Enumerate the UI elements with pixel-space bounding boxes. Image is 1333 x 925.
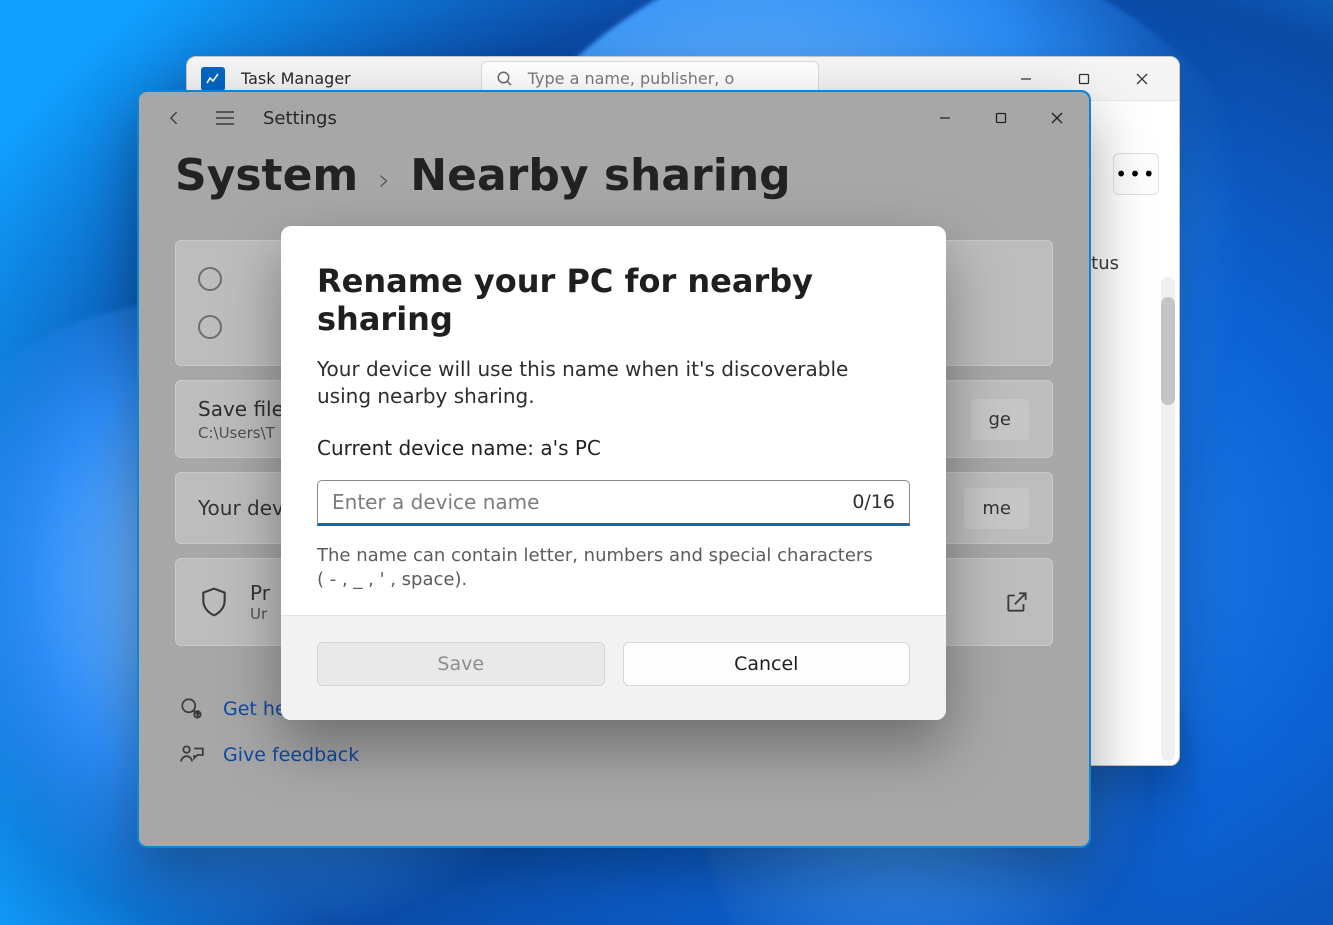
device-name-label: Your dev [198,496,284,520]
char-counter: 0/16 [842,491,895,513]
rename-pc-dialog: Rename your PC for nearby sharing Your d… [281,226,946,720]
dialog-hint: The name can contain letter, numbers and… [317,544,877,593]
change-location-button[interactable]: ge [970,398,1031,441]
privacy-title: Pr [250,581,270,605]
privacy-subtitle: Ur [250,605,270,623]
give-feedback-label: Give feedback [223,744,359,766]
radio-option[interactable] [198,267,222,291]
breadcrumb-root[interactable]: System [175,150,358,201]
dialog-title: Rename your PC for nearby sharing [317,262,910,338]
cancel-button[interactable]: Cancel [623,642,911,686]
back-button[interactable] [159,102,191,134]
task-manager-search-placeholder: Type a name, publisher, o [528,69,734,88]
settings-title: Settings [263,108,337,129]
dialog-description: Your device will use this name when it's… [317,356,877,410]
minimize-button[interactable] [917,96,973,140]
help-icon: ? [179,696,205,722]
search-icon [496,70,514,88]
radio-option[interactable] [198,315,222,339]
save-button[interactable]: Save [317,642,605,686]
close-button[interactable] [1113,57,1171,101]
maximize-button[interactable] [973,96,1029,140]
close-button[interactable] [1029,96,1085,140]
device-name-input[interactable] [332,490,842,514]
scrollbar-thumb[interactable] [1161,297,1175,405]
breadcrumb-page: Nearby sharing [410,150,790,201]
more-icon: ••• [1115,162,1156,186]
give-feedback-link[interactable]: Give feedback [175,732,1053,778]
feedback-icon [179,742,205,768]
chevron-right-icon: › [378,163,390,198]
settings-titlebar: Settings [139,92,1089,144]
device-name-input-wrap: 0/16 [317,480,910,526]
dialog-footer: Save Cancel [281,615,946,720]
more-options-button[interactable]: ••• [1113,153,1159,195]
column-header-status[interactable]: tus [1091,253,1119,274]
hamburger-button[interactable] [209,102,241,134]
task-manager-title: Task Manager [241,69,351,88]
save-location-path: C:\Users\T [198,424,294,442]
svg-text:?: ? [196,713,199,719]
task-manager-icon [201,67,225,91]
breadcrumb: System › Nearby sharing [139,144,1089,207]
rename-device-button[interactable]: me [963,487,1030,530]
current-device-name: Current device name: a's PC [317,436,910,460]
save-location-title: Save files [198,397,294,421]
open-external-icon [1004,589,1030,615]
shield-icon [198,586,230,618]
